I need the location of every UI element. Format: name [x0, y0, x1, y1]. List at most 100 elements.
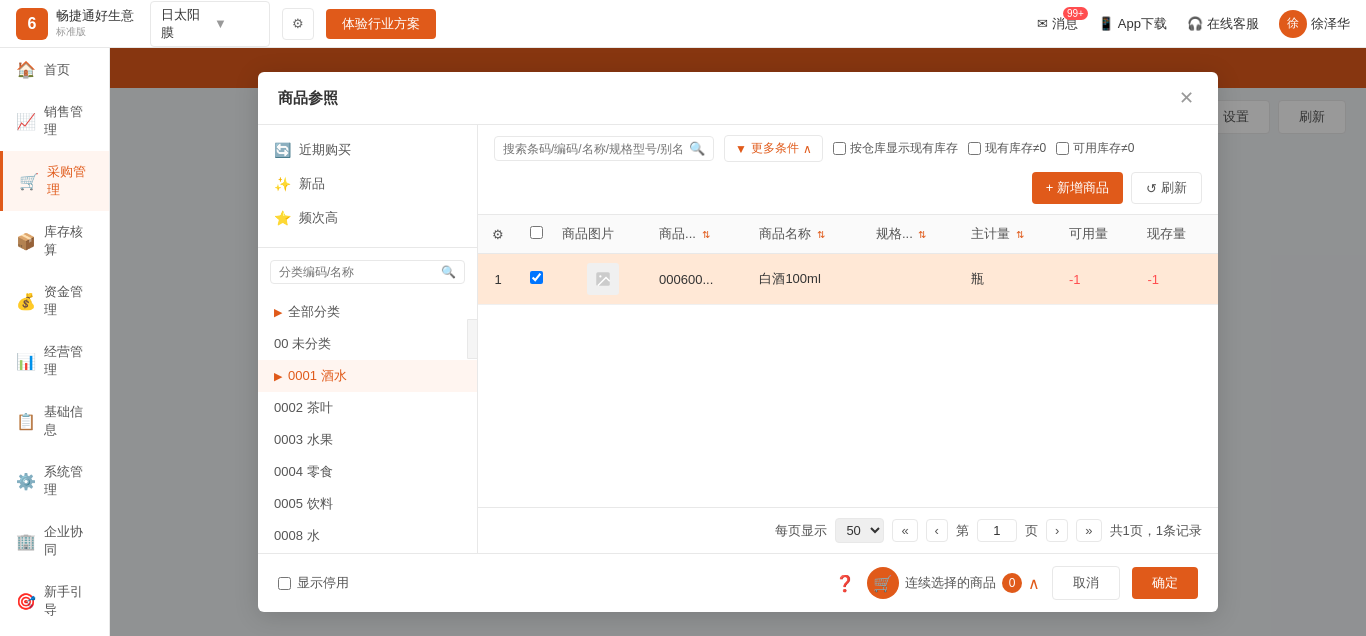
cat-label-0003: 0003 水果: [274, 431, 333, 449]
cat-item-00[interactable]: 00 未分类: [258, 328, 477, 360]
cat-label-all: 全部分类: [288, 303, 340, 321]
recent-tab[interactable]: 🔄 近期购买: [258, 133, 477, 167]
select-all-checkbox[interactable]: [530, 226, 543, 239]
cart-count-badge: 0: [1002, 573, 1022, 593]
available-stock-label: 可用库存≠0: [1073, 140, 1134, 157]
cell-stock: -1: [1139, 254, 1218, 305]
cat-item-0010[interactable]: 0010 家电: [258, 552, 477, 553]
product-table-wrap: ⚙ 商品图片: [478, 215, 1218, 507]
message-badge: 99+: [1063, 7, 1088, 20]
th-image-label: 商品图片: [562, 226, 614, 241]
cancel-button[interactable]: 取消: [1052, 566, 1120, 600]
cart-icon: 🛒: [867, 567, 899, 599]
show-disabled-checkbox[interactable]: [278, 577, 291, 590]
help-icon[interactable]: ❓: [835, 574, 855, 593]
product-search-bar[interactable]: 🔍: [494, 136, 714, 161]
table-row[interactable]: 1: [478, 254, 1218, 305]
sidebar-label-enterprise: 企业协同: [44, 523, 93, 559]
frequent-tab[interactable]: ⭐ 频次高: [258, 201, 477, 235]
product-search-icon[interactable]: 🔍: [689, 141, 705, 156]
cat-item-0005[interactable]: 0005 饮料: [258, 488, 477, 520]
cell-spec: [868, 254, 963, 305]
sidebar-item-finance[interactable]: 💰 资金管理: [0, 271, 109, 331]
sidebar-label-operation: 经营管理: [44, 343, 93, 379]
filter-button[interactable]: ▼ 更多条件 ∧: [724, 135, 823, 162]
confirm-button[interactable]: 确定: [1132, 567, 1198, 599]
cell-image: [554, 254, 651, 305]
new-tab[interactable]: ✨ 新品: [258, 167, 477, 201]
left-panel-divider: [258, 247, 477, 248]
prev-page-button[interactable]: ‹: [926, 519, 948, 542]
next-page-button[interactable]: ›: [1046, 519, 1068, 542]
sidebar-item-sales[interactable]: 📈 销售管理: [0, 91, 109, 151]
collapse-up-button[interactable]: ∧: [1028, 574, 1040, 593]
user-profile-button[interactable]: 徐 徐泽华: [1279, 10, 1350, 38]
th-code: 商品... ⇅: [651, 215, 751, 254]
store-selector[interactable]: 日太阳膜 ▼: [150, 1, 270, 47]
messages-button[interactable]: ✉ 消息 99+: [1037, 15, 1078, 33]
name-sort-icon[interactable]: ⇅: [817, 229, 825, 240]
system-icon: ⚙️: [16, 472, 36, 491]
cat-item-0001[interactable]: ▶ 0001 酒水: [258, 360, 477, 392]
sidebar-item-home[interactable]: 🏠 首页: [0, 48, 109, 91]
category-search-input[interactable]: [279, 265, 441, 279]
product-search-input[interactable]: [503, 142, 689, 156]
cart-area: 🛒 连续选择的商品 0 ∧: [867, 567, 1040, 599]
cat-label-0002: 0002 茶叶: [274, 399, 333, 417]
sidebar-item-basic[interactable]: 📋 基础信息: [0, 391, 109, 451]
by-warehouse-label: 按仓库显示现有库存: [850, 140, 958, 157]
sidebar-item-inventory[interactable]: 📦 库存核算: [0, 211, 109, 271]
refresh-button[interactable]: ↺ 刷新: [1131, 172, 1202, 204]
cat-label-0005: 0005 饮料: [274, 495, 333, 513]
cell-checkbox[interactable]: [518, 254, 554, 305]
finance-icon: 💰: [16, 292, 36, 311]
recent-icon: 🔄: [274, 142, 291, 158]
cat-item-0002[interactable]: 0002 茶叶: [258, 392, 477, 424]
page-number-input[interactable]: [977, 519, 1017, 542]
available-stock-filter[interactable]: 可用库存≠0: [1056, 140, 1134, 157]
cat-item-0003[interactable]: 0003 水果: [258, 424, 477, 456]
th-unit-label: 主计量: [971, 226, 1010, 241]
cat-label-0004: 0004 零食: [274, 463, 333, 481]
cat-item-0004[interactable]: 0004 零食: [258, 456, 477, 488]
available-stock-checkbox[interactable]: [1056, 142, 1069, 155]
modal-body: 🔄 近期购买 ✨ 新品 ⭐ 频次高: [258, 125, 1218, 553]
table-header-row: ⚙ 商品图片: [478, 215, 1218, 254]
collapse-left-panel-button[interactable]: 《: [467, 319, 478, 359]
headset-icon: 🎧: [1187, 16, 1203, 31]
last-page-button[interactable]: »: [1076, 519, 1101, 542]
by-warehouse-filter[interactable]: 按仓库显示现有库存: [833, 140, 958, 157]
cat-item-all[interactable]: ▶ 全部分类: [258, 296, 477, 328]
th-unit: 主计量 ⇅: [963, 215, 1061, 254]
sidebar-item-apps[interactable]: 📱 应用中心: [0, 631, 109, 636]
app-download-button[interactable]: 📱 App下载: [1098, 15, 1167, 33]
has-stock-checkbox[interactable]: [968, 142, 981, 155]
has-stock-filter[interactable]: 现有库存≠0: [968, 140, 1046, 157]
store-name: 日太阳膜: [161, 6, 206, 42]
sidebar-item-system[interactable]: ⚙️ 系统管理: [0, 451, 109, 511]
settings-button[interactable]: ⚙: [282, 8, 314, 40]
sidebar-item-enterprise[interactable]: 🏢 企业协同: [0, 511, 109, 571]
th-name: 商品名称 ⇅: [751, 215, 868, 254]
online-service-button[interactable]: 🎧 在线客服: [1187, 15, 1259, 33]
code-sort-icon[interactable]: ⇅: [702, 229, 710, 240]
sidebar-item-purchase[interactable]: 🛒 采购管理: [0, 151, 109, 211]
category-search-icon[interactable]: 🔍: [441, 265, 456, 279]
unit-sort-icon[interactable]: ⇅: [1016, 229, 1024, 240]
sidebar-item-operation[interactable]: 📊 经营管理: [0, 331, 109, 391]
show-disabled-toggle[interactable]: 显示停用: [278, 574, 349, 592]
modal-close-button[interactable]: ✕: [1174, 86, 1198, 110]
add-product-button[interactable]: + 新增商品: [1032, 172, 1123, 204]
th-available-label: 可用量: [1069, 226, 1108, 241]
experience-button[interactable]: 体验行业方案: [326, 9, 436, 39]
column-settings-icon[interactable]: ⚙: [492, 227, 504, 242]
row-checkbox[interactable]: [530, 271, 543, 284]
category-search-bar[interactable]: 🔍: [270, 260, 465, 284]
spec-sort-icon[interactable]: ⇅: [918, 229, 926, 240]
page-size-select[interactable]: 50: [835, 518, 884, 543]
modal-right-panel: 🔍 ▼ 更多条件 ∧ 按仓库显示现有库存: [478, 125, 1218, 553]
by-warehouse-checkbox[interactable]: [833, 142, 846, 155]
sidebar-item-guide[interactable]: 🎯 新手引导: [0, 571, 109, 631]
cat-item-0008[interactable]: 0008 水: [258, 520, 477, 552]
first-page-button[interactable]: «: [892, 519, 917, 542]
